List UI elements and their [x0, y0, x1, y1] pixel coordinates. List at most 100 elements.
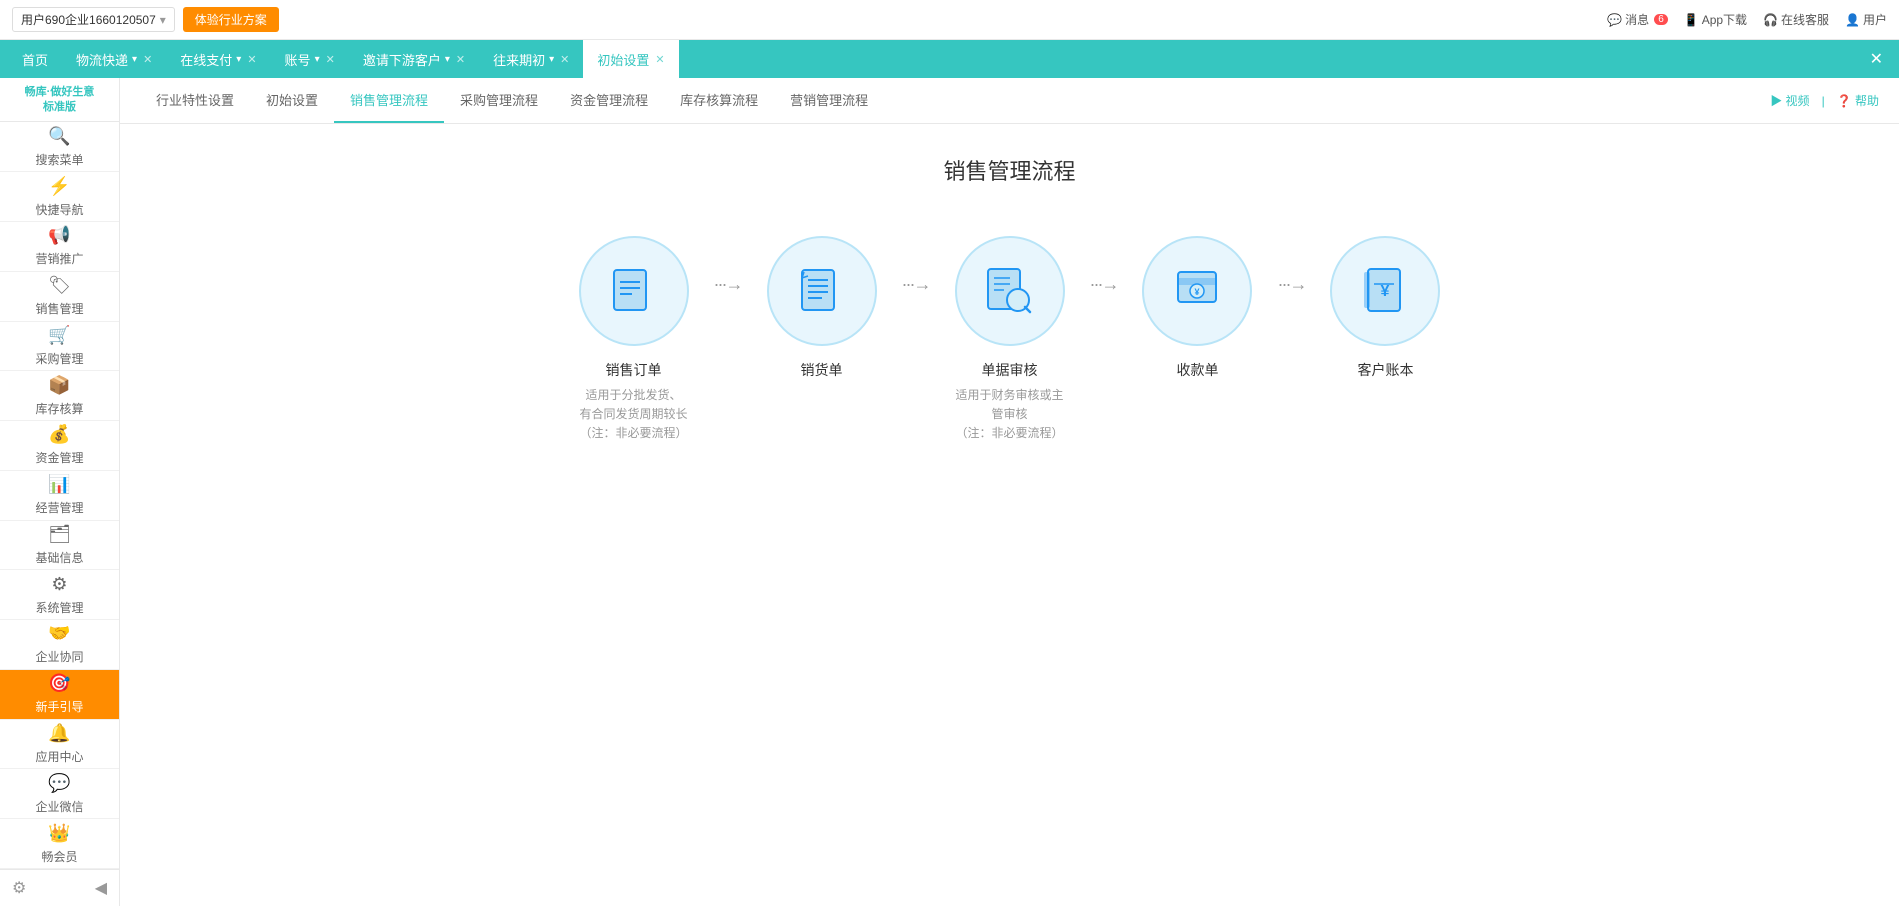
- flow-desc-1: 适用于分批发货、有合同发货周期较长（注：非必要流程）: [580, 386, 688, 444]
- flow-label-4: 收款单: [1176, 360, 1218, 380]
- sidebar-item-guide[interactable]: 🎯 新手引导: [0, 670, 119, 720]
- subtab-purchase-flow[interactable]: 采购管理流程: [444, 78, 554, 123]
- message-icon: 💬: [1607, 13, 1622, 27]
- experience-button[interactable]: 体验行业方案: [183, 7, 279, 32]
- logo-line2: 标准版: [25, 100, 95, 114]
- sales-icon: 🏷: [48, 275, 71, 296]
- user-name-label: 用户: [1863, 11, 1887, 28]
- system-icon: ⚙: [51, 574, 67, 595]
- payment-label: 在线支付: [180, 50, 232, 69]
- sidebar-wechat-label: 企业微信: [35, 798, 83, 815]
- nav-tab-logistics[interactable]: 物流快递 ▾ ✕: [62, 40, 166, 78]
- sidebar-item-search[interactable]: 🔍 搜索菜单: [0, 122, 119, 172]
- sidebar-logo: 畅库·做好生意 标准版: [0, 78, 119, 122]
- nav-tab-invite[interactable]: 邀请下游客户 ▾ ✕: [349, 40, 479, 78]
- purchase-icon: 🛒: [48, 325, 70, 346]
- sidebar-basicinfo-label: 基础信息: [35, 549, 83, 566]
- flow-label-3: 单据审核: [982, 360, 1038, 380]
- payment-close-icon[interactable]: ✕: [247, 53, 256, 66]
- svg-text:¥: ¥: [1381, 283, 1390, 300]
- flow-step-1[interactable]: 销售订单 适用于分批发货、有合同发货周期较长（注：非必要流程）: [554, 236, 714, 444]
- flow-label-2: 销货单: [801, 360, 843, 380]
- top-bar-left: 用户690企业1660120507 ▾ 体验行业方案: [12, 7, 279, 32]
- sidebar-system-label: 系统管理: [35, 599, 83, 616]
- help-btn[interactable]: ❓ 帮助: [1837, 92, 1879, 109]
- video-btn[interactable]: ▶ 视频: [1770, 92, 1809, 109]
- sub-tabs-right: ▶ 视频 | ❓ 帮助: [1770, 92, 1879, 109]
- nav-close-btn[interactable]: ✕: [1862, 49, 1891, 69]
- sidebar-item-appcenter[interactable]: 🔔 应用中心: [0, 720, 119, 770]
- message-label: 消息: [1625, 11, 1649, 28]
- top-bar: 用户690企业1660120507 ▾ 体验行业方案 💬 消息 6 📱 App下…: [0, 0, 1899, 40]
- flow-arrow-3: ···→: [1090, 236, 1118, 295]
- flow-step-3[interactable]: 单据审核 适用于财务审核或主管审核（注：非必要流程）: [930, 236, 1090, 444]
- sidebar: 畅库·做好生意 标准版 🔍 搜索菜单 ⚡ 快捷导航 📢 营销推广 🏷 销售管理 …: [0, 78, 120, 906]
- collapse-icon[interactable]: ◀: [95, 878, 107, 898]
- nav-tab-payment[interactable]: 在线支付 ▾ ✕: [166, 40, 270, 78]
- flow-step-2[interactable]: 销货单: [742, 236, 902, 386]
- subtab-finance-flow[interactable]: 资金管理流程: [554, 78, 664, 123]
- inventory-icon: 📦: [48, 375, 70, 396]
- flow-circle-4: ¥: [1142, 236, 1252, 346]
- sidebar-item-marketing[interactable]: 📢 营销推广: [0, 222, 119, 272]
- nav-tab-period[interactable]: 往来期初 ▾ ✕: [479, 40, 583, 78]
- subtab-finance-flow-label: 资金管理流程: [570, 93, 648, 108]
- sidebar-item-collab[interactable]: 🤝 企业协同: [0, 620, 119, 670]
- flow-circle-2: [767, 236, 877, 346]
- user-selector[interactable]: 用户690企业1660120507 ▾: [12, 7, 175, 32]
- subtab-inventory-flow[interactable]: 库存核算流程: [664, 78, 774, 123]
- user-avatar-btn[interactable]: 👤 用户: [1845, 11, 1887, 28]
- nav-tab-account[interactable]: 账号 ▾ ✕: [271, 40, 349, 78]
- sidebar-appcenter-label: 应用中心: [35, 748, 83, 765]
- sidebar-item-inventory[interactable]: 📦 库存核算: [0, 371, 119, 421]
- sidebar-item-quicknav[interactable]: ⚡ 快捷导航: [0, 172, 119, 222]
- sidebar-item-purchase[interactable]: 🛒 采购管理: [0, 322, 119, 372]
- invite-close-icon[interactable]: ✕: [456, 53, 465, 66]
- sidebar-item-basicinfo[interactable]: 🗂 基础信息: [0, 521, 119, 571]
- sidebar-item-sales[interactable]: 🏷 销售管理: [0, 272, 119, 322]
- sidebar-sales-label: 销售管理: [35, 300, 83, 317]
- settings-bottom-icon[interactable]: ⚙: [12, 878, 26, 898]
- sidebar-item-system[interactable]: ⚙ 系统管理: [0, 570, 119, 620]
- subtab-marketing-flow[interactable]: 营销管理流程: [774, 78, 884, 123]
- sidebar-operations-label: 经营管理: [35, 499, 83, 516]
- logistics-label: 物流快递: [76, 50, 128, 69]
- subtab-industry[interactable]: 行业特性设置: [140, 78, 250, 123]
- subtab-sales-flow[interactable]: 销售管理流程: [334, 78, 444, 123]
- subtab-init[interactable]: 初始设置: [250, 78, 334, 123]
- sidebar-item-membership[interactable]: 👑 畅会员: [0, 819, 119, 869]
- sidebar-item-operations[interactable]: 📊 经营管理: [0, 471, 119, 521]
- sidebar-membership-label: 畅会员: [41, 848, 77, 865]
- flow-desc-3: 适用于财务审核或主管审核（注：非必要流程）: [955, 386, 1063, 444]
- flow-circle-3: [955, 236, 1065, 346]
- app-download-label: App下载: [1702, 11, 1747, 28]
- online-service-btn[interactable]: 🎧 在线客服: [1763, 11, 1829, 28]
- help-label: 帮助: [1855, 94, 1879, 108]
- flow-step-5[interactable]: ¥ 客户账本: [1305, 236, 1465, 386]
- account-close-icon[interactable]: ✕: [326, 53, 335, 66]
- operations-icon: 📊: [48, 474, 70, 495]
- sidebar-search-label: 搜索菜单: [35, 151, 83, 168]
- flow-arrow-4: ···→: [1277, 236, 1305, 295]
- sidebar-item-wechat[interactable]: 💬 企业微信: [0, 769, 119, 819]
- layout: 畅库·做好生意 标准版 🔍 搜索菜单 ⚡ 快捷导航 📢 营销推广 🏷 销售管理 …: [0, 78, 1899, 906]
- flow-circle-1: [579, 236, 689, 346]
- nav-tab-home[interactable]: 首页: [8, 40, 62, 78]
- logo-text: 畅库·做好生意 标准版: [25, 85, 95, 114]
- flow-step-4[interactable]: ¥ 收款单: [1117, 236, 1277, 386]
- sidebar-finance-label: 资金管理: [35, 449, 83, 466]
- sidebar-item-finance[interactable]: 💰 资金管理: [0, 421, 119, 471]
- account-label: 账号: [285, 50, 311, 69]
- init-close-icon[interactable]: ✕: [655, 53, 664, 66]
- service-icon: 🎧: [1763, 13, 1778, 27]
- app-download-btn[interactable]: 📱 App下载: [1684, 11, 1747, 28]
- period-close-icon[interactable]: ✕: [560, 53, 569, 66]
- sidebar-bottom: ⚙ ◀: [0, 869, 119, 906]
- logistics-close-icon[interactable]: ✕: [143, 53, 152, 66]
- nav-tab-init[interactable]: 初始设置 ✕: [583, 40, 678, 78]
- flow-arrow-1: ···→: [714, 236, 742, 295]
- message-btn[interactable]: 💬 消息 6: [1607, 11, 1668, 28]
- guide-icon: 🎯: [48, 673, 70, 694]
- subtab-industry-label: 行业特性设置: [156, 93, 234, 108]
- collab-icon: 🤝: [48, 623, 70, 644]
